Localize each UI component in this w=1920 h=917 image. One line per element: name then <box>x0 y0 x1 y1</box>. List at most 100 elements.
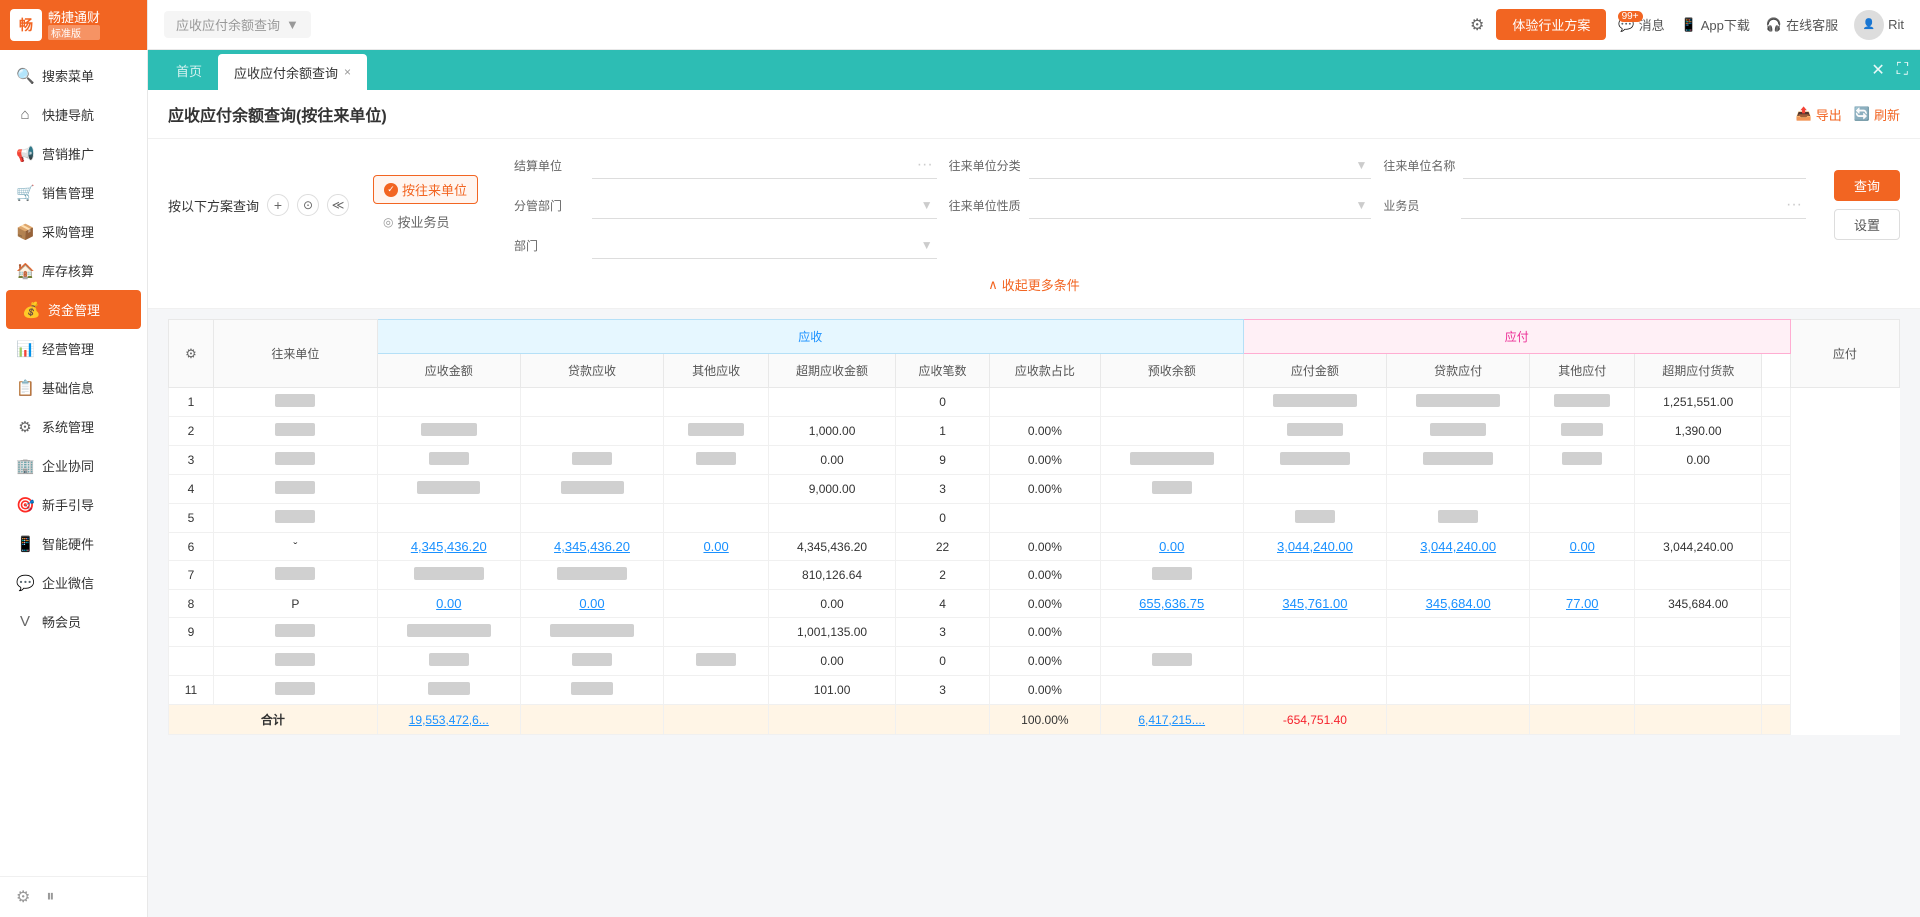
settings-button[interactable]: 设置 <box>1834 209 1900 240</box>
sidebar-item-wechat[interactable]: 💬 企业微信 <box>0 563 147 602</box>
filter-scheme-salesman[interactable]: ◎ 按业务员 <box>373 208 478 235</box>
cell-loan-payable <box>1387 388 1530 417</box>
sidebar-bottom: ⚙ ⏸ <box>0 876 147 917</box>
sidebar-item-system[interactable]: ⚙ 系统管理 <box>0 407 147 446</box>
cell-other-payable <box>1530 618 1635 647</box>
cell-num[interactable]: 345,761.00 <box>1282 596 1347 611</box>
jiesuan-pick-icon[interactable]: ··· <box>917 156 933 174</box>
dept-input-wrap[interactable]: ▼ <box>592 231 937 259</box>
collapse-icon[interactable]: ⏸ <box>46 888 54 906</box>
manage-dept-chevron-icon[interactable]: ▼ <box>921 198 933 212</box>
col-other-payable: 其他应付 <box>1530 354 1635 388</box>
dept-chevron-icon[interactable]: ▼ <box>921 238 933 252</box>
search-icon: 🔍 <box>16 67 34 85</box>
cell-prepaid-balance <box>1100 676 1243 705</box>
cell-partner <box>214 618 378 647</box>
cell-receivable-amount <box>377 475 520 504</box>
service-item[interactable]: 🎧 在线客服 <box>1766 15 1838 34</box>
sidebar-item-operation[interactable]: 📊 经营管理 <box>0 329 147 368</box>
filter-add-button[interactable]: + <box>267 194 289 216</box>
export-button[interactable]: 📤 导出 <box>1796 105 1842 124</box>
cell-num[interactable]: 655,636.75 <box>1139 596 1204 611</box>
salesman-input[interactable] <box>1465 198 1782 212</box>
query-button[interactable]: 查询 <box>1834 170 1900 201</box>
cell-num[interactable]: 4,345,436.20 <box>554 539 630 554</box>
cell-num[interactable]: 345,684.00 <box>1426 596 1491 611</box>
cell-num[interactable]: 0.00 <box>1159 539 1184 554</box>
jiesuan-input[interactable] <box>596 158 913 172</box>
tab-home[interactable]: 首页 <box>160 53 218 88</box>
salesman-input-wrap[interactable]: ··· <box>1461 191 1806 219</box>
cell-no: 7 <box>169 561 214 590</box>
refresh-label: 刷新 <box>1874 105 1900 124</box>
sidebar-item-finance[interactable]: 💰 资金管理 <box>6 290 141 329</box>
sidebar-item-stock[interactable]: 🏠 库存核算 <box>0 251 147 290</box>
sidebar-item-hardware[interactable]: 📱 智能硬件 <box>0 524 147 563</box>
sidebar-item-marketing[interactable]: 📢 营销推广 <box>0 134 147 173</box>
tab-current[interactable]: 应收应付余额查询 × <box>218 54 367 90</box>
sidebar-item-quick[interactable]: ⌂ 快捷导航 <box>0 95 147 134</box>
cell-num[interactable]: 77.00 <box>1566 596 1599 611</box>
cell-num[interactable]: 0.00 <box>436 596 461 611</box>
unit-nature-input[interactable] <box>1033 198 1352 212</box>
unit-nature-chevron-icon[interactable]: ▼ <box>1355 198 1367 212</box>
cell-num[interactable]: 3,044,240.00 <box>1277 539 1353 554</box>
cell-payable-suffix <box>1762 561 1791 590</box>
category-chevron-icon[interactable]: ▼ <box>1355 158 1367 172</box>
collapse-more-button[interactable]: ∧ 收起更多条件 <box>988 275 1080 294</box>
sidebar-item-sales[interactable]: 🛒 销售管理 <box>0 173 147 212</box>
manage-dept-input[interactable] <box>596 198 917 212</box>
col-other-receivable: 其他应收 <box>664 354 769 388</box>
cell-payable-suffix <box>1762 446 1791 475</box>
filter-settings-button[interactable]: ⊙ <box>297 194 319 216</box>
data-table: ⚙ 往来单位 应收 应付 应付 应收金额 贷款应收 其他应收 超期应收金额 应收… <box>168 319 1900 735</box>
cell-num[interactable]: 3,044,240.00 <box>1420 539 1496 554</box>
sidebar-label-base: 基础信息 <box>42 378 94 397</box>
category-input[interactable] <box>1033 158 1352 172</box>
cell-num[interactable]: 0.00 <box>703 539 728 554</box>
maximize-icon[interactable]: ⛶ <box>1897 61 1908 79</box>
settings-gear-icon[interactable]: ⚙ <box>16 887 30 907</box>
manage-dept-input-wrap[interactable]: ▼ <box>592 191 937 219</box>
category-input-wrap[interactable]: ▼ <box>1029 151 1372 179</box>
filter-scheme-collapse-button[interactable]: ≪ <box>327 194 349 216</box>
total-receivable-amount[interactable]: 19,553,472,6... <box>377 705 520 735</box>
filter-scheme-partner[interactable]: ✓ 按往来单位 <box>373 175 478 204</box>
unit-name-input-wrap[interactable] <box>1463 151 1806 179</box>
sidebar-item-base[interactable]: 📋 基础信息 <box>0 368 147 407</box>
cell-num[interactable]: 0.00 <box>1570 539 1595 554</box>
refresh-button[interactable]: 🔄 刷新 <box>1854 105 1900 124</box>
sidebar-item-purchase[interactable]: 📦 采购管理 <box>0 212 147 251</box>
logo-icon: 畅 <box>10 9 42 41</box>
sidebar-label-wechat: 企业微信 <box>42 573 94 592</box>
table-settings-icon[interactable]: ⚙ <box>179 342 203 366</box>
jiesuan-input-wrap[interactable]: ··· <box>592 151 937 179</box>
sidebar-item-guide[interactable]: 🎯 新手引导 <box>0 485 147 524</box>
cell-num[interactable]: 0.00 <box>579 596 604 611</box>
breadcrumb-chevron-icon[interactable]: ▼ <box>286 17 299 32</box>
cell-overdue-receivable: 1,001,135.00 <box>769 618 896 647</box>
total-prepaid-balance[interactable]: 6,417,215.... <box>1100 705 1243 735</box>
app-download-item[interactable]: 📱 App下载 <box>1681 15 1750 34</box>
solution-button[interactable]: 体验行业方案 <box>1496 9 1606 40</box>
app-label: App下载 <box>1701 15 1750 34</box>
cell-num[interactable]: 4,345,436.20 <box>411 539 487 554</box>
sidebar-item-search[interactable]: 🔍 搜索菜单 <box>0 56 147 95</box>
cell-receivable-count: 4 <box>895 590 989 618</box>
sidebar-label-member: 畅会员 <box>42 612 81 631</box>
marketing-icon: 📢 <box>16 145 34 163</box>
sidebar-item-corp[interactable]: 🏢 企业协同 <box>0 446 147 485</box>
tab-close-icon[interactable]: × <box>344 65 351 79</box>
sidebar-item-member[interactable]: V 畅会员 <box>0 602 147 641</box>
close-window-icon[interactable]: ✕ <box>1871 60 1884 80</box>
message-item[interactable]: 💬 99+ 消息 <box>1618 15 1664 34</box>
unit-nature-input-wrap[interactable]: ▼ <box>1029 191 1372 219</box>
user-area[interactable]: 👤 Rit <box>1854 10 1904 40</box>
dept-input[interactable] <box>596 238 917 252</box>
table-row: 4 9,000.00 3 0.00% <box>169 475 1900 504</box>
cell-other-payable <box>1530 561 1635 590</box>
salesman-pick-icon[interactable]: ··· <box>1786 196 1802 214</box>
cell-loan-receivable <box>520 676 663 705</box>
unit-name-input[interactable] <box>1467 158 1802 172</box>
topbar-gear-icon[interactable]: ⚙ <box>1470 15 1484 35</box>
